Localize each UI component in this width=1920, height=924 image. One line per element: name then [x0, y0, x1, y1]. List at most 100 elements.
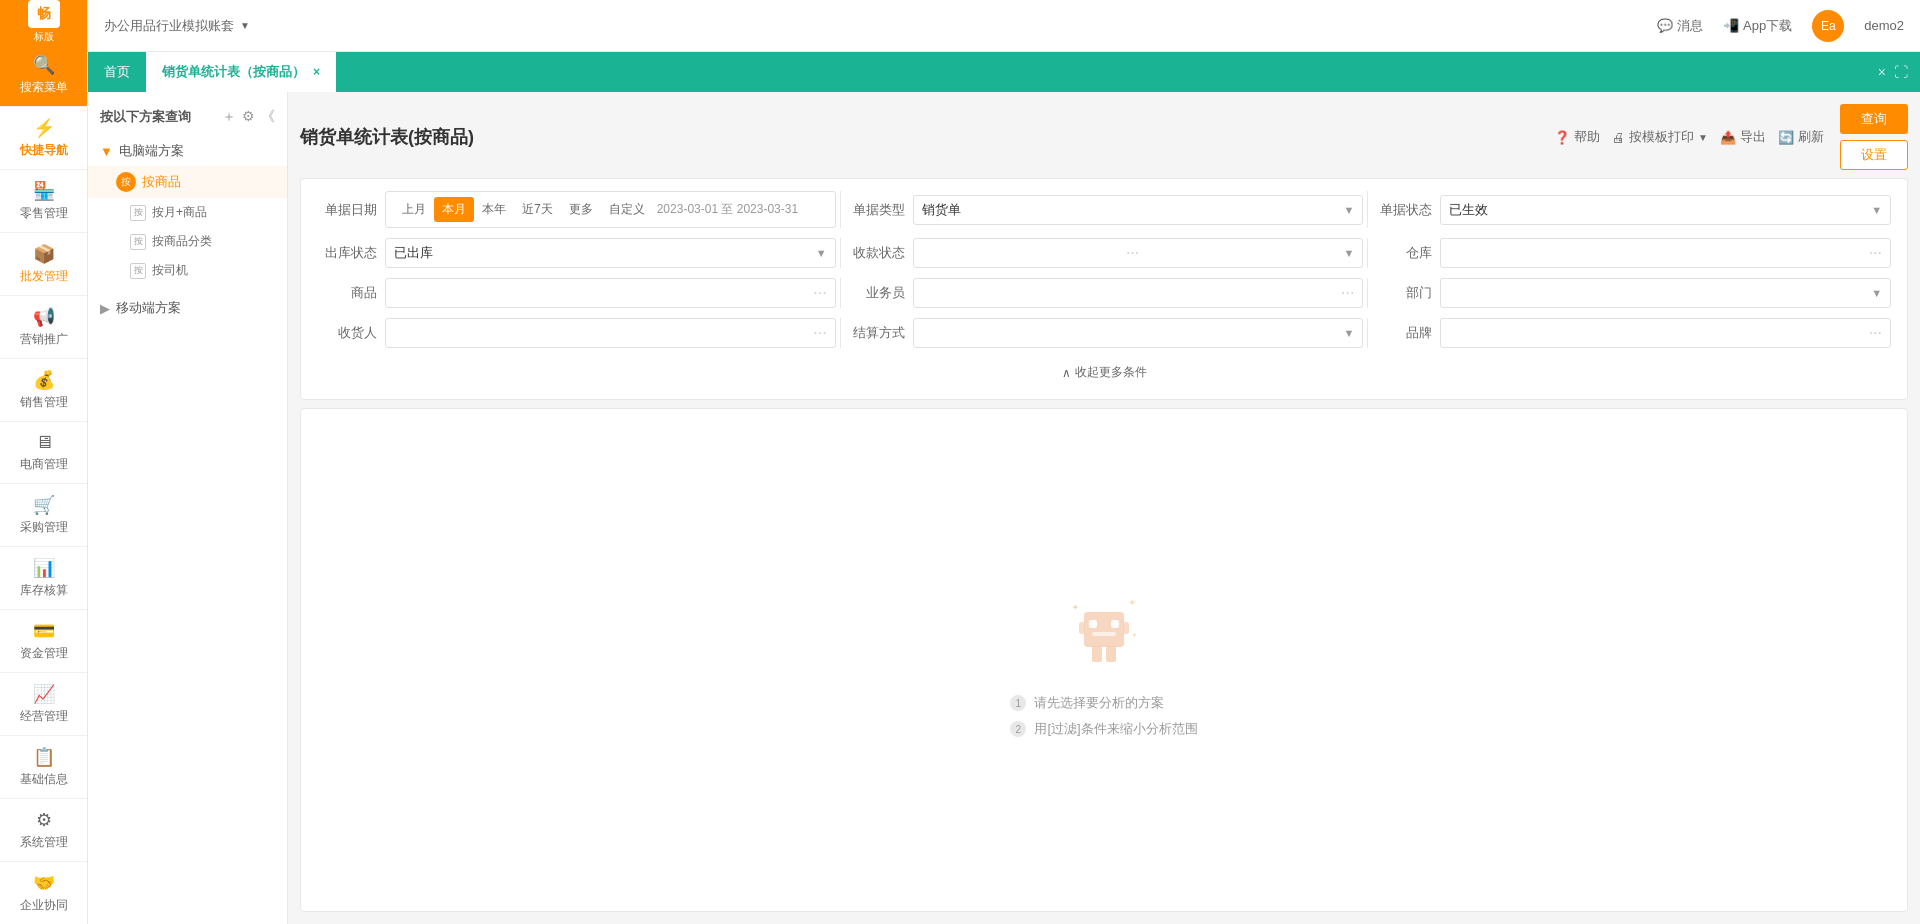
- message-button[interactable]: 💬 消息: [1657, 17, 1703, 35]
- goods-control[interactable]: ···: [385, 278, 836, 308]
- salesperson-dots-icon: ···: [1341, 284, 1354, 302]
- sidebar-item-purchase[interactable]: 🛒 采购管理: [0, 484, 87, 547]
- left-panel: 按以下方案查询 ＋ ⚙ 《 ▼ 电脑端方案 按 按商品 按: [88, 92, 288, 924]
- date-filter-control[interactable]: 上月 本月 本年 近7天 更多 自定义 2023-03-01 至 2023-03…: [385, 191, 836, 228]
- svg-rect-4: [1079, 622, 1085, 634]
- svg-rect-6: [1092, 646, 1102, 662]
- collapse-panel-icon[interactable]: 《: [261, 108, 275, 126]
- outstatus-control[interactable]: 已出库 ▼: [385, 238, 836, 268]
- refresh-button[interactable]: 🔄 刷新: [1778, 128, 1824, 146]
- settings-button[interactable]: 设置: [1840, 140, 1908, 170]
- export-button[interactable]: 📤 导出: [1720, 128, 1766, 146]
- collapse-button[interactable]: ∧ 收起更多条件: [317, 358, 1891, 387]
- user-avatar[interactable]: Ea: [1812, 10, 1844, 42]
- tab-minimize-icon[interactable]: ×: [1878, 64, 1886, 80]
- doctype-label: 单据类型: [845, 201, 905, 219]
- sidebar-item-basic[interactable]: 📋 基础信息: [0, 736, 87, 799]
- app-logo[interactable]: 畅 标版: [0, 0, 88, 44]
- sidebar-item-ecommerce[interactable]: 🖥 电商管理: [0, 422, 87, 484]
- date-btn-custom[interactable]: 自定义: [601, 197, 653, 222]
- home-tab-label: 首页: [104, 63, 130, 81]
- sidebar-item-quicknav[interactable]: ⚡ 快捷导航: [0, 107, 87, 170]
- date-btn-lastmonth[interactable]: 上月: [394, 197, 434, 222]
- date-btn-thismonth[interactable]: 本月: [434, 197, 474, 222]
- print-dropdown-icon[interactable]: ▼: [1698, 132, 1708, 143]
- warehouse-control[interactable]: ···: [1440, 238, 1891, 268]
- dept-control[interactable]: ▼: [1440, 278, 1891, 308]
- tree-parent-mobile[interactable]: ▶ 移动端方案: [88, 293, 287, 323]
- dept-label: 部门: [1372, 284, 1432, 302]
- export-icon: 📤: [1720, 130, 1736, 145]
- goods-dots-icon: ···: [813, 284, 826, 302]
- title-actions: ❓ 帮助 🖨 按模板打印 ▼ 📤 导出 🔄: [1554, 128, 1824, 146]
- doctype-dropdown-icon: ▼: [1343, 204, 1354, 216]
- salesperson-control[interactable]: ···: [913, 278, 1364, 308]
- filter-item-goods: 商品 ···: [317, 278, 836, 308]
- filter-item-salesperson: 业务员 ···: [845, 278, 1364, 308]
- tab-close-icon[interactable]: ×: [313, 65, 320, 79]
- top-bar: 办公用品行业模拟账套 ▼ 💬 消息 📲 App下载 Ea demo2: [88, 0, 1920, 52]
- date-btn-7days[interactable]: 近7天: [514, 197, 561, 222]
- docstatus-control[interactable]: 已生效 ▼: [1440, 195, 1891, 225]
- empty-tips: 1 请先选择要分析的方案 2 用[过滤]条件来缩小分析范围: [1010, 694, 1197, 738]
- filter-item-date: 单据日期 上月 本月 本年 近7天 更多 自定义 2023-03-01 至 20…: [317, 191, 836, 228]
- brand-dots-icon: ···: [1869, 324, 1882, 342]
- sidebar-item-finance[interactable]: 💳 资金管理: [0, 610, 87, 673]
- tree-section-mobile: ▶ 移动端方案: [88, 289, 287, 327]
- app-download-button[interactable]: 📲 App下载: [1723, 17, 1792, 35]
- settings-scheme-icon[interactable]: ⚙: [242, 108, 255, 126]
- recipient-control[interactable]: ···: [385, 318, 836, 348]
- help-button[interactable]: ❓ 帮助: [1554, 128, 1600, 146]
- outstatus-label: 出库状态: [317, 244, 377, 262]
- sidebar-item-search[interactable]: 🔍 搜索菜单: [0, 44, 87, 107]
- sidebar-item-marketing[interactable]: 📢 营销推广: [0, 296, 87, 359]
- doctype-control[interactable]: 销货单 ▼: [913, 195, 1364, 225]
- goods-label: 商品: [317, 284, 377, 302]
- tab-active[interactable]: 销货单统计表（按商品） ×: [146, 52, 336, 92]
- query-button[interactable]: 查询: [1840, 104, 1908, 134]
- page-title: 销货单统计表(按商品): [300, 125, 474, 149]
- industry-selector[interactable]: 办公用品行业模拟账套 ▼: [104, 17, 250, 35]
- sidebar-item-management[interactable]: 📈 经营管理: [0, 673, 87, 736]
- tree-child-category[interactable]: 按 按商品分类: [88, 227, 287, 256]
- sidebar-item-wholesale[interactable]: 📦 批发管理: [0, 233, 87, 296]
- sub-icon-month: 按: [130, 205, 146, 221]
- tree-child-month-goods[interactable]: 按 按月+商品: [88, 198, 287, 227]
- child-icon-goods: 按: [116, 172, 136, 192]
- docstatus-dropdown-icon: ▼: [1871, 204, 1882, 216]
- date-btn-more[interactable]: 更多: [561, 197, 601, 222]
- tree-parent-pc[interactable]: ▼ 电脑端方案: [88, 136, 287, 166]
- collab-icon: 🤝: [33, 872, 55, 894]
- print-icon: 🖨: [1612, 130, 1625, 145]
- logo-icon: 畅: [28, 0, 60, 28]
- docstatus-value: 已生效: [1449, 201, 1488, 219]
- salesperson-label: 业务员: [845, 284, 905, 302]
- settlement-control[interactable]: ▼: [913, 318, 1364, 348]
- add-scheme-icon[interactable]: ＋: [222, 108, 236, 126]
- sidebar-item-inventory[interactable]: 📊 库存核算: [0, 547, 87, 610]
- logo-text: 标版: [34, 30, 54, 44]
- sales-icon: 💰: [33, 369, 55, 391]
- sidebar-item-system[interactable]: ⚙ 系统管理: [0, 799, 87, 862]
- tab-maximize-icon[interactable]: ⛶: [1894, 64, 1908, 80]
- tree-child-category-label: 按商品分类: [152, 233, 212, 250]
- filter-item-dept: 部门 ▼: [1372, 278, 1891, 308]
- filter-item-docstatus: 单据状态 已生效 ▼: [1372, 195, 1891, 225]
- payment-dots-icon: ···: [1126, 244, 1139, 262]
- tab-home[interactable]: 首页: [88, 52, 146, 92]
- tree-child-by-goods[interactable]: 按 按商品: [88, 166, 287, 198]
- sidebar-item-sales[interactable]: 💰 销售管理: [0, 359, 87, 422]
- print-button[interactable]: 🖨 按模板打印 ▼: [1612, 128, 1708, 146]
- settlement-label: 结算方式: [845, 324, 905, 342]
- filter-panel: 单据日期 上月 本月 本年 近7天 更多 自定义 2023-03-01 至 20…: [300, 178, 1908, 400]
- sidebar: 畅 标版 🔍 搜索菜单 ⚡ 快捷导航 🏪 零售管理 📦 批发管理 📢 营销推广 …: [0, 0, 88, 924]
- search-icon: 🔍: [33, 54, 55, 76]
- sidebar-item-retail[interactable]: 🏪 零售管理: [0, 170, 87, 233]
- tree-child-driver[interactable]: 按 按司机: [88, 256, 287, 285]
- inventory-icon: 📊: [33, 557, 55, 579]
- collapse-up-icon: ∧: [1062, 366, 1071, 380]
- brand-control[interactable]: ···: [1440, 318, 1891, 348]
- sidebar-item-collab[interactable]: 🤝 企业协同: [0, 862, 87, 924]
- date-btn-thisyear[interactable]: 本年: [474, 197, 514, 222]
- payment-control[interactable]: ··· ▼: [913, 238, 1364, 268]
